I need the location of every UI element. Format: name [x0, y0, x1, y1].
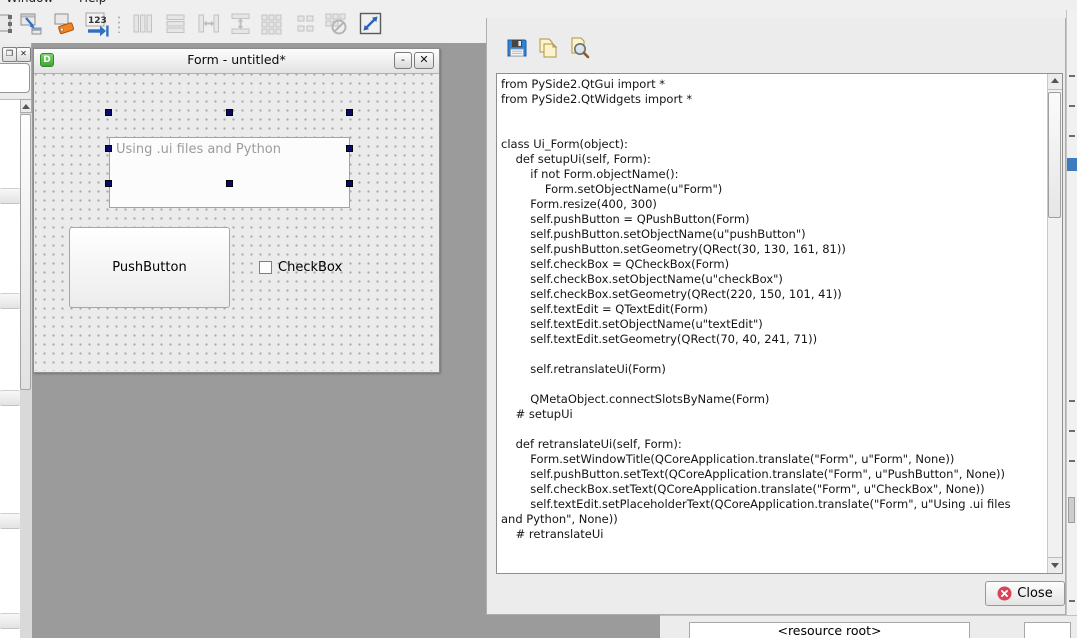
- close-button-label: Close: [1017, 586, 1052, 601]
- selection-handle[interactable]: [346, 180, 353, 187]
- selection-handle[interactable]: [105, 145, 112, 152]
- generated-python-code[interactable]: from PySide2.QtGui import * from PySide2…: [497, 74, 1047, 573]
- layout-horizontal-icon[interactable]: [130, 11, 156, 37]
- tree-branch-mark: [1069, 105, 1075, 107]
- edit-widgets-icon[interactable]: [0, 11, 17, 37]
- tree-branch-mark: [1069, 75, 1075, 77]
- form-editor-window: D Form - untitled* - ✕ Using .ui files a…: [33, 48, 440, 373]
- copy-icon[interactable]: [537, 37, 559, 59]
- form-window-titlebar[interactable]: D Form - untitled* - ✕: [34, 49, 439, 74]
- scrollbar-thumb[interactable]: [1048, 92, 1061, 218]
- checkbox-widget[interactable]: CheckBox: [259, 247, 360, 288]
- layout-grid-icon[interactable]: [258, 11, 284, 37]
- selection-handle[interactable]: [105, 109, 112, 116]
- close-dialog-button[interactable]: Close: [985, 581, 1065, 606]
- qt-designer-screen: Window Help: [0, 0, 1077, 638]
- widget-box-list[interactable]: [0, 99, 20, 638]
- scroll-up-icon[interactable]: [20, 99, 32, 113]
- save-icon[interactable]: [506, 37, 528, 59]
- layout-splitter-horizontal-icon[interactable]: [196, 11, 222, 37]
- form-window-title: Form - untitled*: [34, 52, 439, 67]
- layout-vertical-icon[interactable]: [163, 11, 189, 37]
- resource-root-item[interactable]: <resource root>: [689, 622, 970, 638]
- edit-tab-order-icon[interactable]: 123: [84, 11, 110, 37]
- textedit-widget[interactable]: Using .ui files and Python: [109, 137, 350, 208]
- tree-branch-mark: [1069, 460, 1075, 462]
- close-window-button[interactable]: ✕: [414, 52, 434, 69]
- layout-splitter-vertical-icon[interactable]: [228, 11, 254, 37]
- checkbox-indicator[interactable]: [259, 261, 272, 274]
- scrollbar-thumb[interactable]: [1068, 497, 1075, 523]
- widget-filter-input[interactable]: [0, 63, 30, 93]
- selection-handle[interactable]: [346, 109, 353, 116]
- pushbutton-widget[interactable]: PushButton: [69, 227, 230, 308]
- menu-window[interactable]: Window: [6, 0, 53, 5]
- menubar: Window Help: [0, 0, 480, 6]
- close-icon: [997, 586, 1012, 601]
- selection-handle[interactable]: [346, 145, 353, 152]
- scroll-up-icon[interactable]: [1048, 74, 1062, 90]
- widget-category-item[interactable]: [0, 293, 20, 309]
- dock-float-icon[interactable]: ❐: [2, 47, 17, 62]
- tree-branch-mark: [1069, 135, 1075, 137]
- checkbox-label: CheckBox: [278, 260, 342, 275]
- widget-category-item[interactable]: [0, 613, 20, 629]
- code-preview-dialog: from PySide2.QtGui import * from PySide2…: [486, 18, 1066, 615]
- adjust-size-icon[interactable]: [358, 11, 384, 37]
- selection-handle[interactable]: [226, 180, 233, 187]
- tab-order-123-label: 123: [88, 16, 107, 26]
- resource-list-box[interactable]: [1024, 622, 1071, 638]
- find-icon[interactable]: [568, 37, 590, 59]
- break-layout-icon[interactable]: [323, 11, 349, 37]
- form-canvas[interactable]: Using .ui files and Python PushButton Ch…: [35, 73, 438, 371]
- tree-branch-mark: [1069, 600, 1075, 602]
- widget-box-dock: ❐ ✕: [0, 43, 32, 638]
- tree-branch-mark: [1069, 430, 1075, 432]
- widget-category-item[interactable]: [0, 513, 20, 529]
- resource-browser-panel: <resource root>: [660, 615, 1077, 638]
- widget-category-item[interactable]: [0, 188, 20, 204]
- menu-help[interactable]: Help: [79, 0, 106, 5]
- scrollbar-thumb[interactable]: [20, 114, 31, 390]
- code-scrollbar[interactable]: [1047, 74, 1062, 573]
- textedit-placeholder: Using .ui files and Python: [110, 138, 349, 161]
- toolbar-separator: [117, 15, 121, 33]
- minimize-button[interactable]: -: [394, 52, 412, 69]
- right-dock-sliver: [1066, 10, 1077, 615]
- code-text-area[interactable]: from PySide2.QtGui import * from PySide2…: [496, 73, 1063, 574]
- tree-branch-mark: [1069, 400, 1075, 402]
- layout-form-icon[interactable]: [293, 11, 319, 37]
- widget-category-item[interactable]: [0, 390, 20, 406]
- selected-tree-row[interactable]: [1067, 158, 1077, 171]
- selection-handle[interactable]: [105, 180, 112, 187]
- selection-handle[interactable]: [226, 109, 233, 116]
- scroll-down-icon[interactable]: [1048, 557, 1062, 573]
- edit-buddies-icon[interactable]: [52, 11, 78, 37]
- widget-box-scrollbar[interactable]: [20, 99, 32, 638]
- edit-signals-slots-icon[interactable]: [18, 11, 44, 37]
- dock-close-icon[interactable]: ✕: [16, 47, 31, 62]
